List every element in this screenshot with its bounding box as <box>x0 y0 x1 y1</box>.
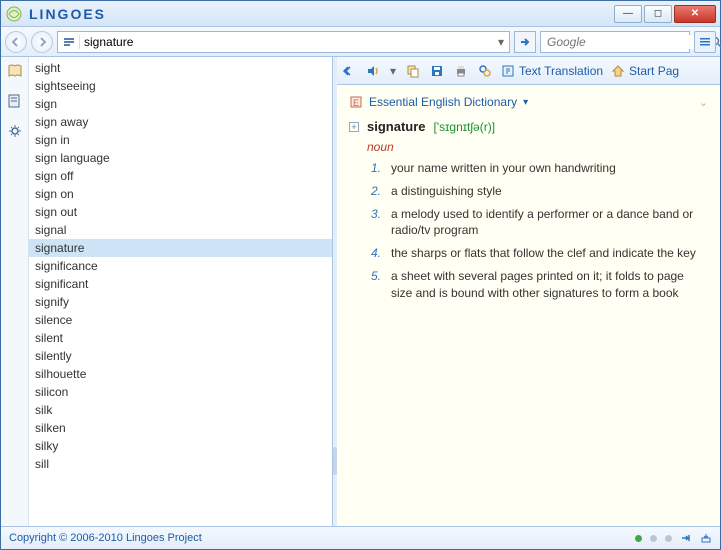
dictionary-header: E Essential English Dictionary ▾ ⌄ <box>349 95 708 109</box>
headword: signature <box>367 119 426 134</box>
word-list-item[interactable]: sign language <box>29 149 332 167</box>
search-dropdown-icon[interactable]: ▾ <box>493 35 509 49</box>
start-page-link[interactable]: Start Pag <box>611 64 679 78</box>
definition-row: 1. your name written in your own handwrit… <box>367 160 708 177</box>
app-logo-icon <box>5 5 23 23</box>
definition-number: 1. <box>367 160 381 177</box>
definition-text: a sheet with several pages printed on it… <box>391 268 708 302</box>
left-panel: sightsightseeingsignsign awaysign insign… <box>1 57 333 526</box>
word-list-item[interactable]: silence <box>29 311 332 329</box>
dictionary-name[interactable]: Essential English Dictionary <box>369 95 517 109</box>
back-button[interactable] <box>5 31 27 53</box>
word-list-item[interactable]: signal <box>29 221 332 239</box>
definition-number: 3. <box>367 206 381 240</box>
word-list-item[interactable]: signify <box>29 293 332 311</box>
word-list-item[interactable]: sightseeing <box>29 77 332 95</box>
expand-icon[interactable]: + <box>349 122 359 132</box>
forward-button[interactable] <box>31 31 53 53</box>
search-input[interactable] <box>80 32 493 52</box>
definition-text: your name written in your own handwritin… <box>391 160 708 177</box>
svg-text:E: E <box>353 98 359 108</box>
titlebar: LINGOES — ◻ ✕ <box>1 1 720 27</box>
word-list-item[interactable]: silently <box>29 347 332 365</box>
main-area: sightsightseeingsignsign awaysign insign… <box>1 57 720 527</box>
word-list-item[interactable]: silicon <box>29 383 332 401</box>
word-list-item[interactable]: silk <box>29 401 332 419</box>
word-list-item[interactable]: silent <box>29 329 332 347</box>
definition-text: a melody used to identify a performer or… <box>391 206 708 240</box>
definition-row: 2. a distinguishing style <box>367 183 708 200</box>
minimize-button[interactable]: — <box>614 5 642 23</box>
word-list-item[interactable]: significance <box>29 257 332 275</box>
print-icon[interactable] <box>453 63 469 79</box>
definition-number: 5. <box>367 268 381 302</box>
pin-icon[interactable] <box>680 532 692 544</box>
word-list-item[interactable]: silhouette <box>29 365 332 383</box>
definition-row: 3. a melody used to identify a performer … <box>367 206 708 240</box>
start-page-label: Start Pag <box>629 64 679 78</box>
dictionary-dropdown-icon[interactable]: ▾ <box>523 97 528 108</box>
text-translation-label: Text Translation <box>519 64 603 78</box>
collapse-icon[interactable]: ⌄ <box>699 96 708 109</box>
copy-icon[interactable] <box>405 63 421 79</box>
status-dot-idle <box>650 535 657 542</box>
dictionary-small-icon: E <box>349 95 363 109</box>
sidebar-icon-strip <box>1 57 29 526</box>
definition-text: a distinguishing style <box>391 183 708 200</box>
word-list[interactable]: sightsightseeingsignsign awaysign insign… <box>29 57 332 526</box>
word-list-item[interactable]: silken <box>29 419 332 437</box>
web-search-input[interactable] <box>541 35 710 49</box>
definitions-list: 1. your name written in your own handwrit… <box>367 160 708 302</box>
word-list-item[interactable]: sill <box>29 455 332 473</box>
app-title: LINGOES <box>29 6 106 22</box>
text-translation-link[interactable]: Text Translation <box>501 64 603 78</box>
copyright-text: Copyright © 2006-2010 Lingoes Project <box>9 532 202 544</box>
main-toolbar: ▾ ▾ <box>1 27 720 57</box>
word-list-item[interactable]: sign <box>29 95 332 113</box>
status-icons <box>635 532 712 544</box>
headword-row: + signature ['sɪgnɪtʃə(r)] <box>349 119 708 134</box>
main-menu-button[interactable] <box>694 31 716 53</box>
close-button[interactable]: ✕ <box>674 5 716 23</box>
statusbar: Copyright © 2006-2010 Lingoes Project <box>1 527 720 549</box>
definition-text: the sharps or flats that follow the clef… <box>391 245 708 262</box>
content-toolbar: ▾ Text Translation Start Pag <box>337 57 720 85</box>
definition-row: 4. the sharps or flats that follow the cl… <box>367 245 708 262</box>
web-search-box: ▾ <box>540 31 690 53</box>
word-list-item[interactable]: sign on <box>29 185 332 203</box>
definition-number: 4. <box>367 245 381 262</box>
dictionary-icon[interactable] <box>7 63 23 79</box>
definition-number: 2. <box>367 183 381 200</box>
speaker-icon[interactable] <box>365 63 381 79</box>
search-box: ▾ <box>57 31 510 53</box>
word-list-item[interactable]: sign in <box>29 131 332 149</box>
word-list-item[interactable]: significant <box>29 275 332 293</box>
collapse-left-icon[interactable] <box>341 63 357 79</box>
status-dot-idle-2 <box>665 535 672 542</box>
word-list-item[interactable]: sight <box>29 59 332 77</box>
find-icon[interactable] <box>477 63 493 79</box>
window-controls: — ◻ ✕ <box>614 5 716 23</box>
word-list-item[interactable]: sign off <box>29 167 332 185</box>
tray-icon[interactable] <box>700 532 712 544</box>
search-mode-icon[interactable] <box>58 35 80 49</box>
app-window: LINGOES — ◻ ✕ ▾ ▾ <box>0 0 721 550</box>
settings-icon[interactable] <box>7 123 23 139</box>
save-icon[interactable] <box>429 63 445 79</box>
word-list-item[interactable]: silky <box>29 437 332 455</box>
definition-row: 5. a sheet with several pages printed on … <box>367 268 708 302</box>
maximize-button[interactable]: ◻ <box>644 5 672 23</box>
word-list-item[interactable]: signature <box>29 239 332 257</box>
status-dot-active <box>635 535 642 542</box>
speaker-dropdown-icon[interactable]: ▾ <box>389 63 397 79</box>
word-list-item[interactable]: sign away <box>29 113 332 131</box>
pronunciation: ['sɪgnɪtʃə(r)] <box>434 120 496 134</box>
content-area: E Essential English Dictionary ▾ ⌄ + sig… <box>337 85 720 526</box>
appendix-icon[interactable] <box>7 93 23 109</box>
part-of-speech: noun <box>367 140 708 154</box>
search-go-button[interactable] <box>514 31 536 53</box>
word-list-item[interactable]: sign out <box>29 203 332 221</box>
right-panel: ▾ Text Translation Start Pag E <box>337 57 720 526</box>
